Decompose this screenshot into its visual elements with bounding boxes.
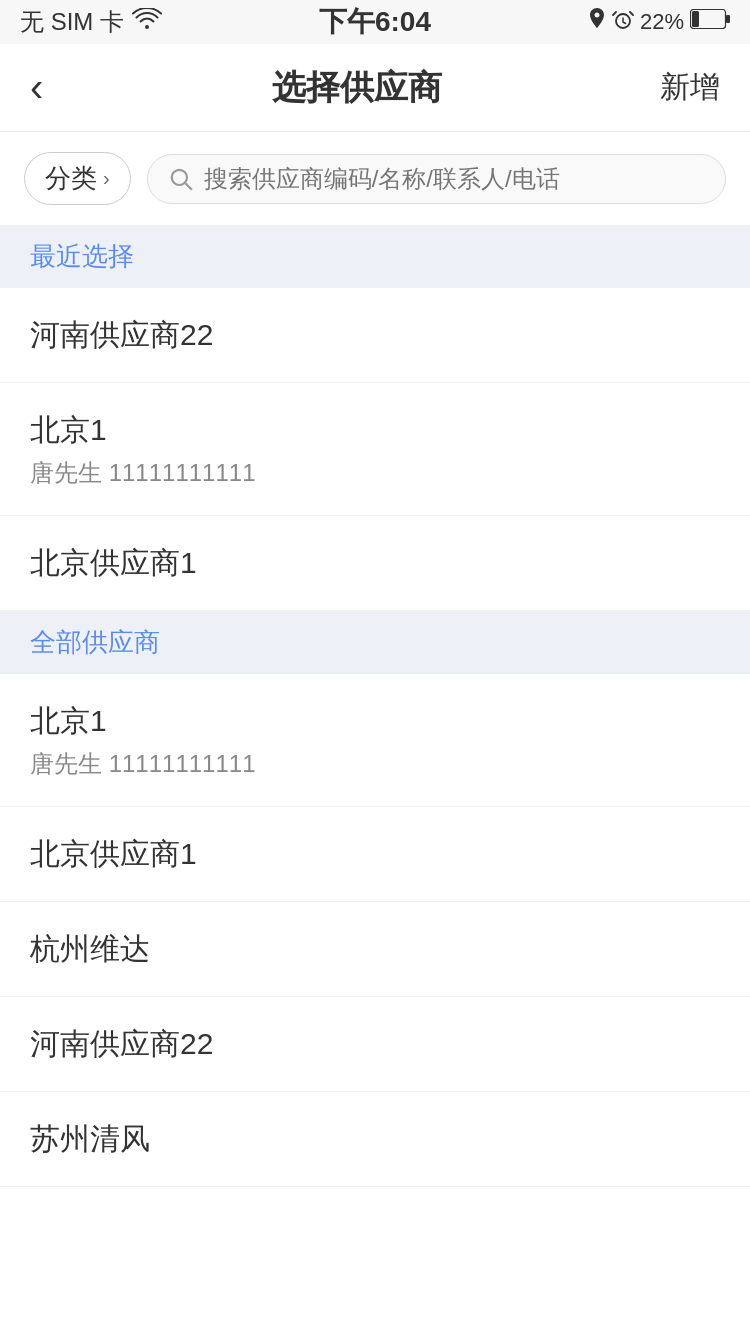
item-name: 杭州维达 <box>30 928 720 970</box>
chevron-right-icon: › <box>103 167 110 190</box>
battery-text: 22% <box>640 9 684 35</box>
item-sub: 唐先生 11111111111 <box>30 748 720 780</box>
battery-icon <box>690 9 730 35</box>
wifi-icon <box>132 8 162 36</box>
svg-point-4 <box>171 169 186 184</box>
new-button[interactable]: 新增 <box>660 67 720 108</box>
all-item-2[interactable]: 北京供应商1 <box>0 807 750 902</box>
all-item-4[interactable]: 河南供应商22 <box>0 997 750 1092</box>
recent-section-header: 最近选择 <box>0 225 750 288</box>
page-title: 选择供应商 <box>272 65 442 111</box>
status-bar: 无 SIM 卡 下午6:04 22% <box>0 0 750 44</box>
all-item-1[interactable]: 北京1 唐先生 11111111111 <box>0 674 750 807</box>
all-item-5[interactable]: 苏州清风 <box>0 1092 750 1187</box>
all-items-list: 北京1 唐先生 11111111111 北京供应商1 杭州维达 河南供应商22 … <box>0 674 750 1187</box>
item-name: 北京1 <box>30 409 720 451</box>
item-name: 北京1 <box>30 700 720 742</box>
all-section-header: 全部供应商 <box>0 611 750 674</box>
item-name: 苏州清风 <box>30 1118 720 1160</box>
all-item-3[interactable]: 杭州维达 <box>0 902 750 997</box>
location-icon <box>588 8 606 36</box>
item-name: 北京供应商1 <box>30 833 720 875</box>
search-input[interactable] <box>204 165 705 193</box>
filter-row: 分类 › <box>0 132 750 225</box>
search-icon <box>168 166 194 192</box>
recent-item-1[interactable]: 河南供应商22 <box>0 288 750 383</box>
svg-rect-3 <box>726 15 730 23</box>
status-left: 无 SIM 卡 <box>20 6 162 38</box>
search-box[interactable] <box>147 154 726 204</box>
alarm-icon <box>612 8 634 36</box>
item-name: 北京供应商1 <box>30 542 720 584</box>
status-right: 22% <box>588 8 730 36</box>
category-label: 分类 <box>45 161 97 196</box>
back-button[interactable]: ‹ <box>20 55 53 120</box>
nav-bar: ‹ 选择供应商 新增 <box>0 44 750 132</box>
status-time: 下午6:04 <box>319 3 431 41</box>
recent-item-2[interactable]: 北京1 唐先生 11111111111 <box>0 383 750 516</box>
recent-items-list: 河南供应商22 北京1 唐先生 11111111111 北京供应商1 <box>0 288 750 611</box>
item-name: 河南供应商22 <box>30 1023 720 1065</box>
carrier-text: 无 SIM 卡 <box>20 6 124 38</box>
item-sub: 唐先生 11111111111 <box>30 457 720 489</box>
recent-item-3[interactable]: 北京供应商1 <box>0 516 750 611</box>
svg-line-5 <box>185 183 192 190</box>
item-name: 河南供应商22 <box>30 314 720 356</box>
category-button[interactable]: 分类 › <box>24 152 131 205</box>
svg-rect-2 <box>692 11 699 27</box>
